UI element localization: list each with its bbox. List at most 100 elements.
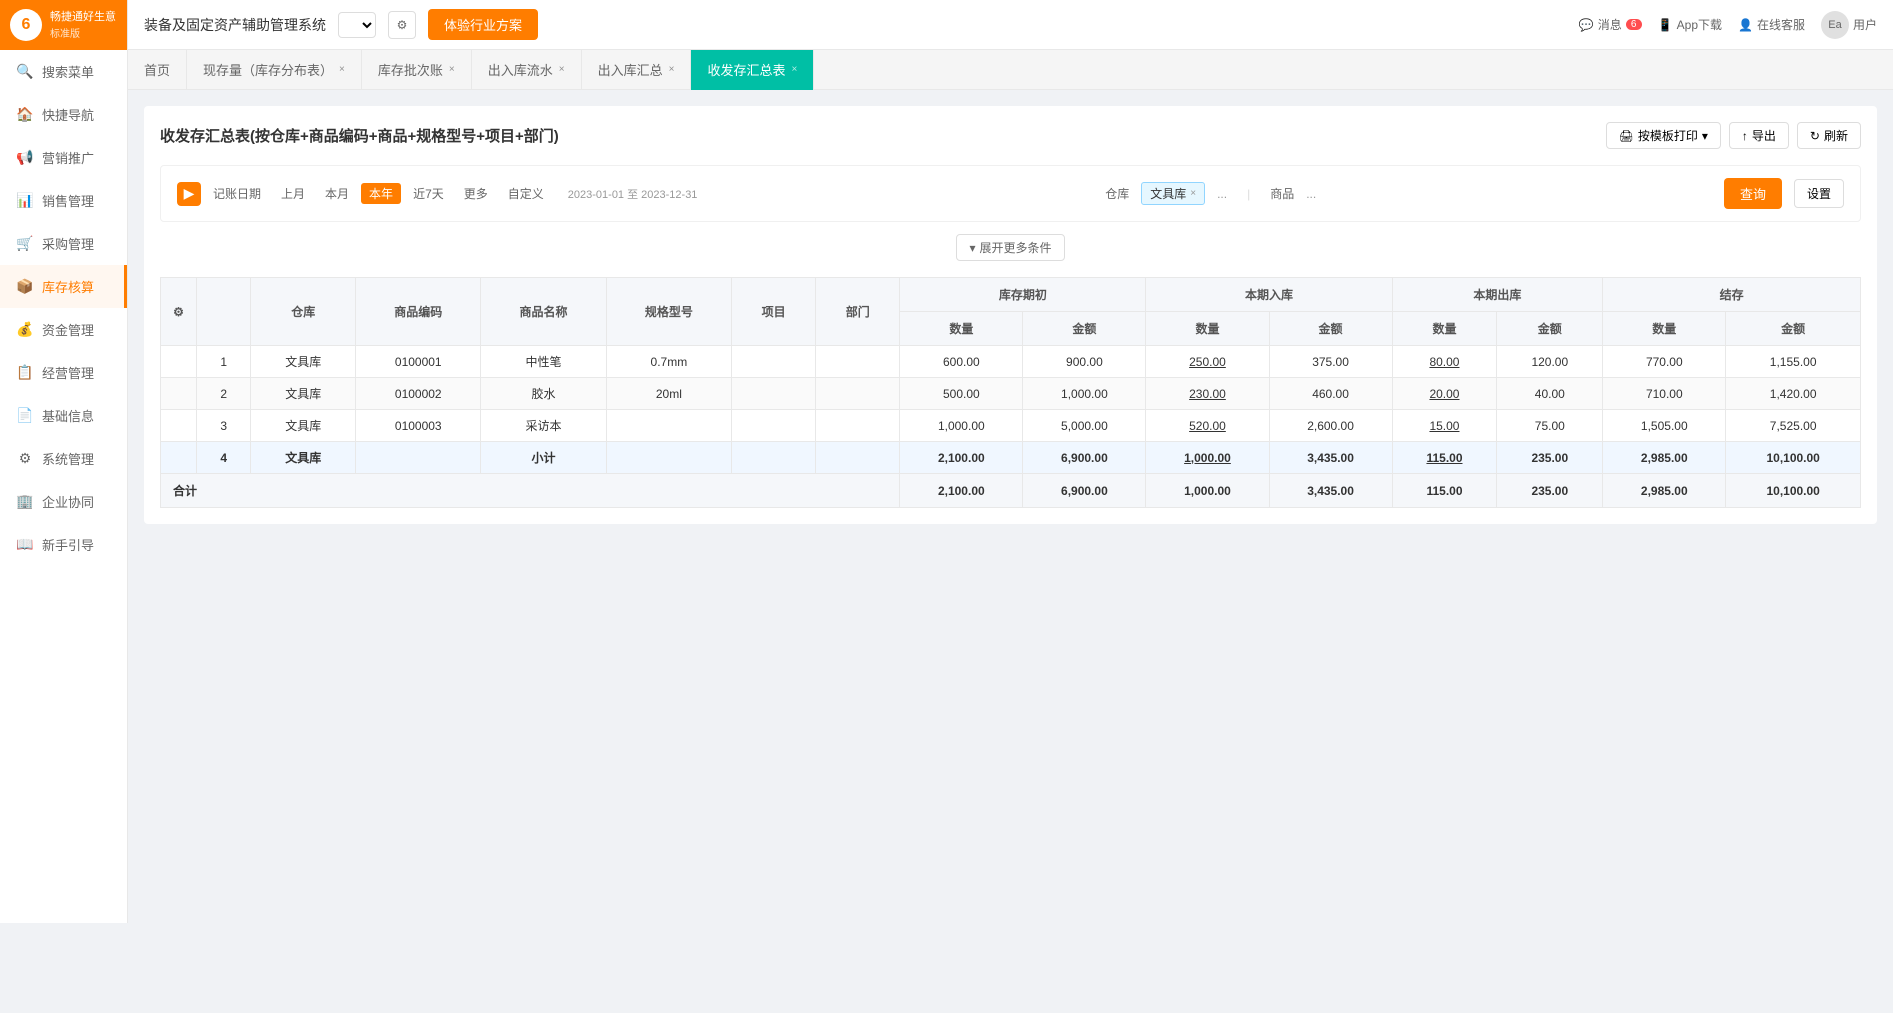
expand-conditions-btn[interactable]: ▾ 展开更多条件 [956,234,1064,261]
tab-close-inventory-dist[interactable]: × [339,64,345,75]
tab-close-recv-send-summary[interactable]: × [791,64,797,75]
sidebar-item-search[interactable]: 🔍搜索菜单 [0,50,127,93]
th-in-amt: 金额 [1269,312,1392,346]
warehouse-tag-text: 文具库 [1150,185,1186,202]
cell-in-amt: 2,600.00 [1269,410,1392,442]
message-btn[interactable]: 💬 消息 6 [1579,16,1642,33]
tab-in-out-flow[interactable]: 出入库流水× [472,50,582,90]
sidebar-item-guide[interactable]: 📖新手引导 [0,523,127,566]
topbar-right: 💬 消息 6 📱 App下载 👤 在线客服 Ea 用户 [1579,11,1877,39]
cell-project [732,410,816,442]
message-label: 消息 [1598,16,1622,33]
sidebar-item-label-purchase: 采购管理 [42,234,94,253]
cell-warehouse: 文具库 [251,346,356,378]
date-option-本年[interactable]: 本年 [361,183,401,204]
out-qty-link[interactable]: 20.00 [1429,387,1459,401]
out-qty-link[interactable]: 80.00 [1429,355,1459,369]
sidebar-item-label-sales: 销售管理 [42,191,94,210]
cell-out-qty[interactable]: 80.00 [1392,346,1497,378]
tab-inventory-dist[interactable]: 现存量（库存分布表）× [187,50,362,90]
cell-prod-spec: 20ml [606,378,731,410]
tab-close-batch-ledger[interactable]: × [449,64,455,75]
cell-prod-code: 0100001 [356,346,481,378]
footer-balance-qty: 2,985.00 [1603,474,1726,508]
tab-batch-ledger[interactable]: 库存批次账× [362,50,472,90]
user-label: 用户 [1853,16,1877,33]
th-out-qty: 数量 [1392,312,1497,346]
date-option-上月[interactable]: 上月 [273,183,313,204]
date-options: 上月本月本年近7天更多自定义 [273,183,552,204]
data-table-wrap: ⚙ 仓库 商品编码 商品名称 规格型号 项目 部门 库存期初 本期入库 本期出库… [160,277,1861,508]
data-table: ⚙ 仓库 商品编码 商品名称 规格型号 项目 部门 库存期初 本期入库 本期出库… [160,277,1861,508]
sidebar-item-finance[interactable]: 💰资金管理 [0,308,127,351]
avatar: Ea [1821,11,1849,39]
app-download-btn[interactable]: 📱 App下载 [1658,16,1722,33]
cell-in-qty[interactable]: 1,000.00 [1146,442,1269,474]
cell-in-qty[interactable]: 250.00 [1146,346,1269,378]
sales-icon: 📊 [16,192,34,209]
date-option-本月[interactable]: 本月 [317,183,357,204]
sidebar-item-label-inventory: 库存核算 [42,277,94,296]
sidebar-item-quick-nav[interactable]: 🏠快捷导航 [0,93,127,136]
date-option-近7天[interactable]: 近7天 [405,183,452,204]
cell-out-amt: 40.00 [1497,378,1603,410]
search-icon: 🔍 [16,63,34,80]
sidebar-item-sales[interactable]: 📊 销售管理 [0,179,127,222]
sidebar-item-basic-info[interactable]: 📄基础信息 [0,394,127,437]
cell-in-qty[interactable]: 520.00 [1146,410,1269,442]
tab-in-out-summary[interactable]: 出入库汇总× [582,50,692,90]
export-button[interactable]: ↑ 导出 [1729,122,1789,149]
tab-home[interactable]: 首页 [128,50,187,90]
gear-icon[interactable]: ⚙ [388,11,416,39]
date-option-自定义[interactable]: 自定义 [500,183,552,204]
marketing-icon: 📢 [16,149,34,166]
cell-settings [161,346,197,378]
out-qty-link[interactable]: 15.00 [1429,419,1459,433]
sidebar-item-inventory[interactable]: 📦库存核算 [0,265,127,308]
page-actions: 🖨 按模板打印 ▾ ↑ 导出 ↻ 刷新 [1606,122,1861,149]
warehouse-tag-close[interactable]: × [1190,188,1196,199]
enterprise-icon: 🏢 [16,493,34,510]
product-more-btn[interactable]: ... [1306,187,1316,201]
in-qty-link[interactable]: 520.00 [1189,419,1226,433]
table-row: 1 文具库 0100001 中性笔 0.7mm 600.00 900.00 25… [161,346,1861,378]
cell-out-qty[interactable]: 15.00 [1392,410,1497,442]
footer-opening-qty: 2,100.00 [900,474,1023,508]
col-settings[interactable]: ⚙ [161,278,197,346]
cell-out-qty[interactable]: 115.00 [1392,442,1497,474]
sidebar-item-system[interactable]: ⚙系统管理 [0,437,127,480]
refresh-button[interactable]: ↻ 刷新 [1797,122,1861,149]
tab-recv-send-summary[interactable]: 收发存汇总表× [691,50,814,90]
cell-out-qty[interactable]: 20.00 [1392,378,1497,410]
tab-close-in-out-summary[interactable]: × [669,64,675,75]
in-qty-link[interactable]: 230.00 [1189,387,1226,401]
th-project: 项目 [732,278,816,346]
th-out-amt: 金额 [1497,312,1603,346]
footer-balance-amt: 10,100.00 [1726,474,1861,508]
sidebar-item-enterprise[interactable]: 🏢企业协同 [0,480,127,523]
page-header: 收发存汇总表(按仓库+商品编码+商品+规格型号+项目+部门) 🖨 按模板打印 ▾… [160,122,1861,149]
print-button[interactable]: 🖨 按模板打印 ▾ [1606,122,1721,149]
experience-button[interactable]: 体验行业方案 [428,9,538,40]
page-title: 收发存汇总表(按仓库+商品编码+商品+规格型号+项目+部门) [160,125,559,146]
cell-in-amt: 3,435.00 [1269,442,1392,474]
cell-balance-amt: 7,525.00 [1726,410,1861,442]
cell-no: 1 [197,346,251,378]
online-service-btn[interactable]: 👤 在线客服 [1738,16,1805,33]
user-area[interactable]: Ea 用户 [1821,11,1877,39]
sidebar-item-marketing[interactable]: 📢营销推广 [0,136,127,179]
cell-in-qty[interactable]: 230.00 [1146,378,1269,410]
settings-button[interactable]: 设置 [1794,179,1844,208]
system-select[interactable] [338,12,376,38]
print-label: 按模板打印 [1638,127,1698,144]
filter-collapse-btn[interactable]: ▶ [177,182,201,206]
query-button[interactable]: 查询 [1724,178,1782,209]
cell-balance-amt: 1,155.00 [1726,346,1861,378]
in-qty-link[interactable]: 250.00 [1189,355,1226,369]
cell-opening-qty: 600.00 [900,346,1023,378]
date-option-更多[interactable]: 更多 [456,183,496,204]
warehouse-more-btn[interactable]: ... [1217,187,1227,201]
tab-close-in-out-flow[interactable]: × [559,64,565,75]
sidebar-item-purchase[interactable]: 🛒采购管理 [0,222,127,265]
sidebar-item-operations[interactable]: 📋经营管理 [0,351,127,394]
